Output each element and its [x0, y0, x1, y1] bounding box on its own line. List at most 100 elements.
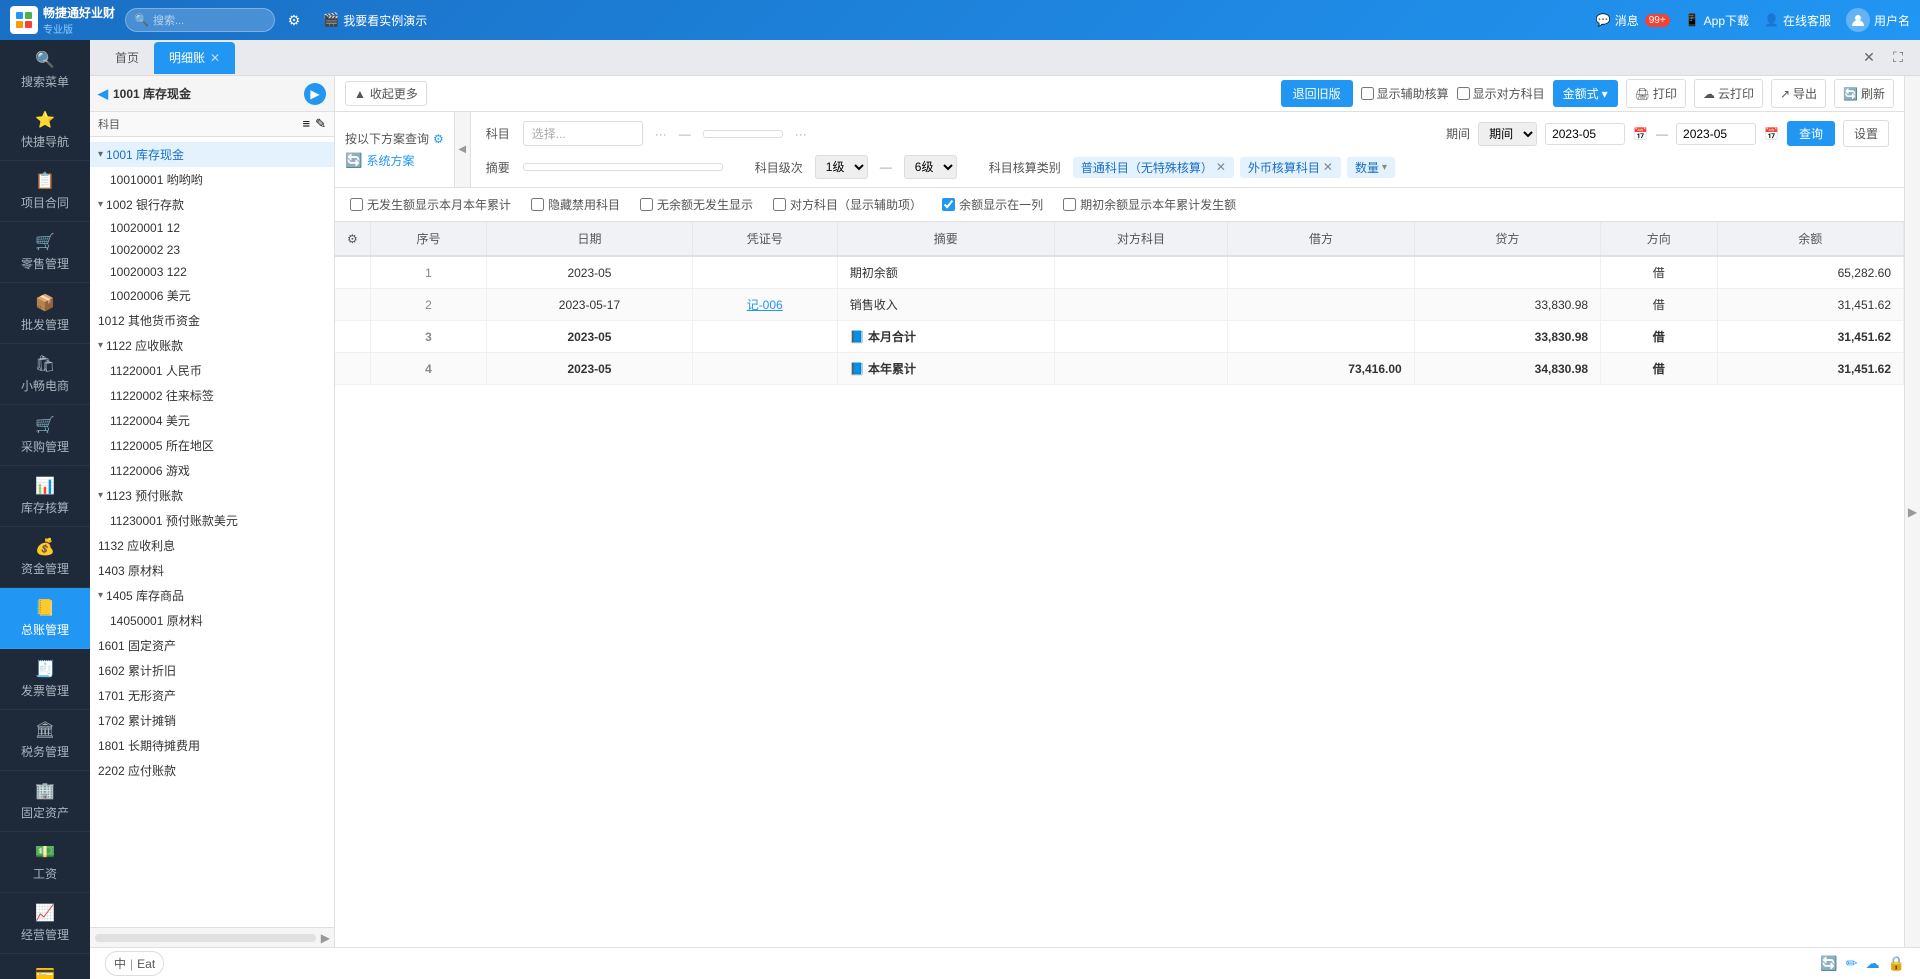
sidebar-item-purchase[interactable]: 🛒 采购管理	[0, 405, 90, 466]
tree-item-1405[interactable]: ▾ 1405 库存商品	[90, 583, 334, 608]
table-header-gear[interactable]: ⚙	[335, 222, 370, 256]
online-service-button[interactable]: 👤 在线客服	[1764, 12, 1831, 29]
bottom-refresh-icon[interactable]: 🔄	[1820, 955, 1837, 972]
user-avatar[interactable]: 用户名	[1846, 8, 1910, 32]
tree-item-11220001[interactable]: 11220001 人民币	[90, 358, 334, 383]
tree-item-10020001[interactable]: 10020001 12	[90, 217, 334, 239]
language-switch-button[interactable]: 中 | Eat	[105, 951, 164, 976]
filter-tag-quantity-dropdown[interactable]: ▾	[1382, 162, 1387, 173]
tree-item-10020003[interactable]: 10020003 122	[90, 261, 334, 283]
level-to-select[interactable]: 6级	[904, 155, 957, 179]
subject-input[interactable]: 选择...	[523, 121, 643, 146]
back-to-old-button[interactable]: 退回旧版	[1281, 80, 1353, 107]
filter-tag-normal[interactable]: 普通科目（无特殊核算） ✕	[1073, 157, 1234, 178]
tab-fullscreen-button[interactable]: ⛶	[1886, 46, 1910, 70]
tree-item-1701[interactable]: 1701 无形资产	[90, 683, 334, 708]
filter-tag-foreign-close[interactable]: ✕	[1323, 160, 1333, 174]
setting-button[interactable]: 设置	[1843, 120, 1889, 147]
tree-item-1601[interactable]: 1601 固定资产	[90, 633, 334, 658]
tab-home[interactable]: 首页	[100, 42, 154, 74]
tree-item-1001[interactable]: ▾ 1001 库存现金	[90, 142, 334, 167]
tree-item-1403[interactable]: 1403 原材料	[90, 558, 334, 583]
tree-item-14050001[interactable]: 14050001 原材料	[90, 608, 334, 633]
messages-button[interactable]: 💬 消息 99+	[1596, 12, 1670, 29]
left-panel-scrollbar[interactable]: ▶	[90, 927, 334, 947]
demo-link[interactable]: 🎬 我要看实例演示	[323, 12, 427, 29]
bottom-cloud-icon[interactable]: ☁	[1866, 955, 1880, 972]
tree-item-11220006[interactable]: 11220006 游戏	[90, 458, 334, 483]
filter-tag-foreign[interactable]: 外币核算科目 ✕	[1240, 157, 1341, 178]
plan-item[interactable]: 🔄 系统方案	[345, 152, 444, 169]
level-from-select[interactable]: 1级	[815, 155, 868, 179]
sidebar-item-inventory[interactable]: 📊 库存核算	[0, 466, 90, 527]
tree-item-10020006[interactable]: 10020006 美元	[90, 283, 334, 308]
sidebar-item-assets[interactable]: 🏢 固定资产	[0, 771, 90, 832]
tab-ledger[interactable]: 明细账 ✕	[154, 42, 235, 74]
sidebar-item-tax[interactable]: 🏛 税务管理	[0, 710, 90, 771]
tree-item-10020002[interactable]: 10020002 23	[90, 239, 334, 261]
export-button[interactable]: ↗ 导出	[1771, 79, 1826, 108]
top-gear-button[interactable]: ⚙	[280, 6, 308, 34]
sidebar-item-accounting[interactable]: 📒 总账管理	[0, 588, 90, 649]
opening-balance-checkbox[interactable]: 期初余额显示本年累计发生额	[1063, 196, 1236, 213]
tree-item-1122[interactable]: ▾ 1122 应收账款	[90, 333, 334, 358]
tree-item-11220004[interactable]: 11220004 美元	[90, 408, 334, 433]
sidebar-item-sales[interactable]: 💳 小畅报销	[0, 954, 90, 979]
app-download-button[interactable]: 📱 App下载	[1685, 12, 1749, 29]
sidebar-item-wholesale[interactable]: 📦 批发管理	[0, 283, 90, 344]
period-from-input[interactable]	[1545, 123, 1625, 145]
tree-item-1012[interactable]: 1012 其他货币资金	[90, 308, 334, 333]
tree-item-1002[interactable]: ▾ 1002 银行存款	[90, 192, 334, 217]
sidebar-item-quick-nav[interactable]: ⭐ 快捷导航	[0, 100, 90, 161]
sidebar-item-ecommerce[interactable]: 🛍 小畅电商	[0, 344, 90, 405]
tree-item-1132[interactable]: 1132 应收利息	[90, 533, 334, 558]
tab-close-all-button[interactable]: ✕	[1857, 46, 1881, 70]
tree-item-11220005[interactable]: 11220005 所在地区	[90, 433, 334, 458]
subject-input-2[interactable]	[703, 130, 783, 138]
plan-label[interactable]: 系统方案	[366, 152, 414, 169]
subject-selector[interactable]: ◀ 1001 库存现金	[98, 85, 299, 102]
no-occurrence-checkbox[interactable]: 无发生额显示本月本年累计	[350, 196, 511, 213]
bottom-edit-icon[interactable]: ✏	[1846, 955, 1858, 972]
show-auxiliary-checkbox[interactable]: 显示辅助核算	[1361, 85, 1449, 102]
no-balance-checkbox[interactable]: 无余额无发生显示	[640, 196, 753, 213]
collapse-panel-button[interactable]: ◀	[455, 112, 471, 187]
period-to-input[interactable]	[1676, 123, 1756, 145]
sidebar-item-invoice[interactable]: 🧾 发票管理	[0, 649, 90, 710]
summary-input[interactable]	[523, 163, 723, 171]
filter-tag-quantity[interactable]: 数量 ▾	[1347, 157, 1395, 178]
period-type-select[interactable]: 期间	[1478, 122, 1537, 146]
query-plan-settings-icon[interactable]: ⚙	[433, 132, 444, 146]
top-search-bar[interactable]: 🔍 搜索...	[125, 8, 275, 32]
hide-disabled-checkbox[interactable]: 隐藏禁用科目	[531, 196, 620, 213]
filter-tag-normal-close[interactable]: ✕	[1216, 160, 1226, 174]
cloud-print-button[interactable]: ☁ 云打印	[1694, 79, 1763, 108]
tree-item-11230001[interactable]: 11230001 预付账款美元	[90, 508, 334, 533]
panel-list-icon[interactable]: ≡	[303, 116, 311, 132]
sidebar-item-salary[interactable]: 💵 工资	[0, 832, 90, 893]
expand-more-button[interactable]: ▲ 收起更多	[345, 81, 427, 106]
tree-item-1801[interactable]: 1801 长期待摊费用	[90, 733, 334, 758]
tree-item-2202[interactable]: 2202 应付账款	[90, 758, 334, 783]
refresh-button[interactable]: 🔄 刷新	[1834, 79, 1894, 108]
right-collapse-panel[interactable]: ▶	[1904, 76, 1920, 947]
contra-account-checkbox[interactable]: 对方科目（显示辅助项）	[773, 196, 922, 213]
tree-item-1702[interactable]: 1702 累计摊销	[90, 708, 334, 733]
show-contra-checkbox[interactable]: 显示对方科目	[1457, 85, 1545, 102]
navigate-next-button[interactable]: ▶	[304, 83, 326, 105]
voucher-link[interactable]: 记-006	[747, 298, 783, 312]
panel-edit-icon[interactable]: ✎	[315, 116, 326, 132]
query-button[interactable]: 查询	[1787, 121, 1835, 146]
print-button[interactable]: 🖨 打印	[1626, 79, 1686, 108]
sidebar-item-capital[interactable]: 💰 资金管理	[0, 527, 90, 588]
sidebar-item-operations[interactable]: 📈 经营管理	[0, 893, 90, 954]
balance-in-one-checkbox[interactable]: 余额显示在一列	[942, 196, 1043, 213]
tab-close-button[interactable]: ✕	[210, 51, 220, 65]
tree-item-10010001[interactable]: 10010001 哟哟哟	[90, 167, 334, 192]
sidebar-item-retail[interactable]: 🛒 零售管理	[0, 222, 90, 283]
bottom-lock-icon[interactable]: 🔒	[1888, 955, 1905, 972]
style-dropdown-button[interactable]: 金额式 ▾	[1553, 80, 1618, 107]
tree-item-1123[interactable]: ▾ 1123 预付账款	[90, 483, 334, 508]
sidebar-item-project[interactable]: 📋 项目合同	[0, 161, 90, 222]
tree-item-1602[interactable]: 1602 累计折旧	[90, 658, 334, 683]
